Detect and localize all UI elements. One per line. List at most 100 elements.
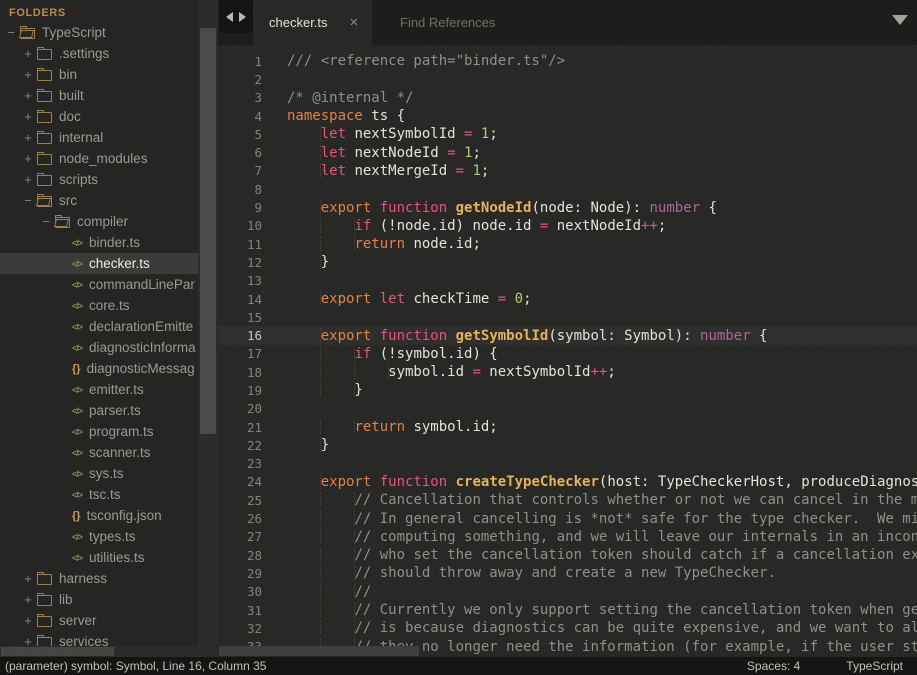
expand-icon[interactable]: + — [22, 151, 34, 166]
code-line-8[interactable]: 8 — [218, 180, 917, 198]
code-line-23[interactable]: 23 — [218, 455, 917, 473]
code-line-26[interactable]: 26 // In general cancelling is *not* saf… — [218, 509, 917, 527]
line-number: 28 — [246, 547, 262, 563]
sidebar-item-compiler[interactable]: − compiler — [0, 211, 198, 232]
code-line-11[interactable]: 11 return node.id; — [218, 235, 917, 253]
code-line-31[interactable]: 31 // Currently we only support setting … — [218, 601, 917, 619]
code-line-10[interactable]: 10 if (!node.id) node.id = nextNodeId++; — [218, 217, 917, 235]
code-line-24[interactable]: 24 export function createTypeChecker(hos… — [218, 473, 917, 491]
sidebar-item-utilities-ts[interactable]: </> utilities.ts — [0, 547, 198, 568]
code-line-9[interactable]: 9 export function getNodeId(node: Node):… — [218, 198, 917, 216]
sidebar-item-harness[interactable]: + harness — [0, 568, 198, 589]
expand-icon[interactable]: + — [22, 592, 34, 607]
code-line-12[interactable]: 12 } — [218, 253, 917, 271]
sidebar-item-doc[interactable]: + doc — [0, 106, 198, 127]
code-line-27[interactable]: 27 // computing something, and we will l… — [218, 528, 917, 546]
sidebar-horizontal-scrollbar-thumb[interactable] — [1, 647, 114, 656]
close-icon[interactable]: × — [350, 15, 359, 30]
line-content: symbol.id = nextSymbolId++; — [287, 364, 616, 381]
sidebar-item-bin[interactable]: + bin — [0, 64, 198, 85]
sidebar-item-types-ts[interactable]: </> types.ts — [0, 526, 198, 547]
status-syntax-name[interactable]: TypeScript — [846, 659, 903, 673]
sidebar-item-program-ts[interactable]: </> program.ts — [0, 421, 198, 442]
tab-nav-back-icon[interactable] — [226, 11, 233, 22]
line-number: 12 — [246, 254, 262, 270]
expand-icon[interactable]: + — [22, 172, 34, 187]
code-line-32[interactable]: 32 // is because diagnostics can be quit… — [218, 619, 917, 637]
code-line-6[interactable]: 6 let nextNodeId = 1; — [218, 143, 917, 161]
line-number: 14 — [246, 291, 262, 307]
item-label: tsconfig.json — [86, 508, 162, 523]
code-line-30[interactable]: 30 // — [218, 583, 917, 601]
expand-icon[interactable]: + — [22, 571, 34, 586]
sidebar-item-checker-ts[interactable]: </> checker.ts — [0, 253, 198, 274]
sidebar-item-typescript[interactable]: − TypeScript — [0, 22, 198, 43]
sidebar-item-settings[interactable]: + .settings — [0, 43, 198, 64]
sidebar-vertical-scrollbar-thumb[interactable] — [200, 28, 216, 434]
sidebar-item-binder-ts[interactable]: </> binder.ts — [0, 232, 198, 253]
editor-horizontal-scrollbar-thumb[interactable] — [219, 646, 419, 656]
sidebar-item-commandlinepar[interactable]: </> commandLinePar — [0, 274, 198, 295]
expand-icon[interactable]: + — [22, 88, 34, 103]
sidebar-vertical-scrollbar[interactable] — [198, 0, 218, 657]
code-line-1[interactable]: 1 /// <reference path="binder.ts"/> — [218, 52, 917, 70]
item-label: src — [59, 193, 77, 208]
expand-icon[interactable]: + — [22, 67, 34, 82]
sidebar-item-scripts[interactable]: + scripts — [0, 169, 198, 190]
code-line-28[interactable]: 28 // who set the cancellation token sho… — [218, 546, 917, 564]
code-line-7[interactable]: 7 let nextMergeId = 1; — [218, 162, 917, 180]
sidebar-item-server[interactable]: + server — [0, 610, 198, 631]
code-line-20[interactable]: 20 — [218, 400, 917, 418]
code-line-19[interactable]: 19 } — [218, 381, 917, 399]
code-editor[interactable]: 1/// <reference path="binder.ts"/> 2 3/* @… — [218, 45, 917, 657]
code-line-2[interactable]: 2 — [218, 70, 917, 88]
sidebar-item-scanner-ts[interactable]: </> scanner.ts — [0, 442, 198, 463]
sidebar-item-built[interactable]: + built — [0, 85, 198, 106]
code-line-13[interactable]: 13 — [218, 272, 917, 290]
item-label: .settings — [59, 46, 110, 61]
status-indent-setting[interactable]: Spaces: 4 — [747, 659, 800, 673]
code-line-14[interactable]: 14 export let checkTime = 0; — [218, 290, 917, 308]
code-line-25[interactable]: 25 // Cancellation that controls whether… — [218, 491, 917, 509]
code-line-18[interactable]: 18 symbol.id = nextSymbolId++; — [218, 363, 917, 381]
sidebar-horizontal-scrollbar[interactable] — [0, 646, 198, 657]
expand-icon[interactable]: + — [22, 46, 34, 61]
line-content: // Currently we only support setting the… — [287, 602, 917, 619]
code-line-21[interactable]: 21 return symbol.id; — [218, 418, 917, 436]
sidebar-item-tsc-ts[interactable]: </> tsc.ts — [0, 484, 198, 505]
expand-icon[interactable]: + — [22, 130, 34, 145]
collapse-icon[interactable]: − — [5, 25, 17, 40]
sidebar-item-node-modules[interactable]: + node_modules — [0, 148, 198, 169]
code-line-22[interactable]: 22 } — [218, 436, 917, 454]
sidebar-item-diagnosticinforma[interactable]: </> diagnosticInforma — [0, 337, 198, 358]
sidebar-item-parser-ts[interactable]: </> parser.ts — [0, 400, 198, 421]
sidebar-item-sys-ts[interactable]: </> sys.ts — [0, 463, 198, 484]
code-line-29[interactable]: 29 // should throw away and create a new… — [218, 564, 917, 582]
collapse-icon[interactable]: − — [22, 193, 34, 208]
tab-find-references[interactable]: Find References — [372, 0, 522, 45]
sidebar-item-internal[interactable]: + internal — [0, 127, 198, 148]
collapse-icon[interactable]: − — [40, 214, 52, 229]
sidebar-item-declarationemitte[interactable]: </> declarationEmitte — [0, 316, 198, 337]
line-number: 24 — [246, 474, 262, 490]
sidebar-item-tsconfig-json[interactable]: {} tsconfig.json — [0, 505, 198, 526]
sidebar-item-core-ts[interactable]: </> core.ts — [0, 295, 198, 316]
code-line-5[interactable]: 5 let nextSymbolId = 1; — [218, 125, 917, 143]
sidebar-item-diagnosticmessag[interactable]: {} diagnosticMessag — [0, 358, 198, 379]
indent-guide — [320, 236, 322, 253]
tab-overflow-dropdown-icon[interactable] — [892, 15, 908, 25]
tab-checker-ts[interactable]: checker.ts × — [253, 0, 372, 45]
tab-nav-forward-icon[interactable] — [239, 11, 246, 22]
code-line-3[interactable]: 3 /* @internal */ — [218, 89, 917, 107]
code-line-4[interactable]: 4 namespace ts { — [218, 107, 917, 125]
sidebar-item-src[interactable]: − src — [0, 190, 198, 211]
line-content: return node.id; — [287, 236, 917, 253]
expand-icon[interactable]: + — [22, 613, 34, 628]
code-line-15[interactable]: 15 — [218, 308, 917, 326]
sidebar-item-lib[interactable]: + lib — [0, 589, 198, 610]
expand-icon[interactable]: + — [22, 109, 34, 124]
code-line-17[interactable]: 17 if (!symbol.id) { — [218, 345, 917, 363]
indent-guide — [320, 382, 322, 399]
code-line-16[interactable]: 16 export function getSymbolId(symbol: S… — [218, 326, 917, 345]
sidebar-item-emitter-ts[interactable]: </> emitter.ts — [0, 379, 198, 400]
